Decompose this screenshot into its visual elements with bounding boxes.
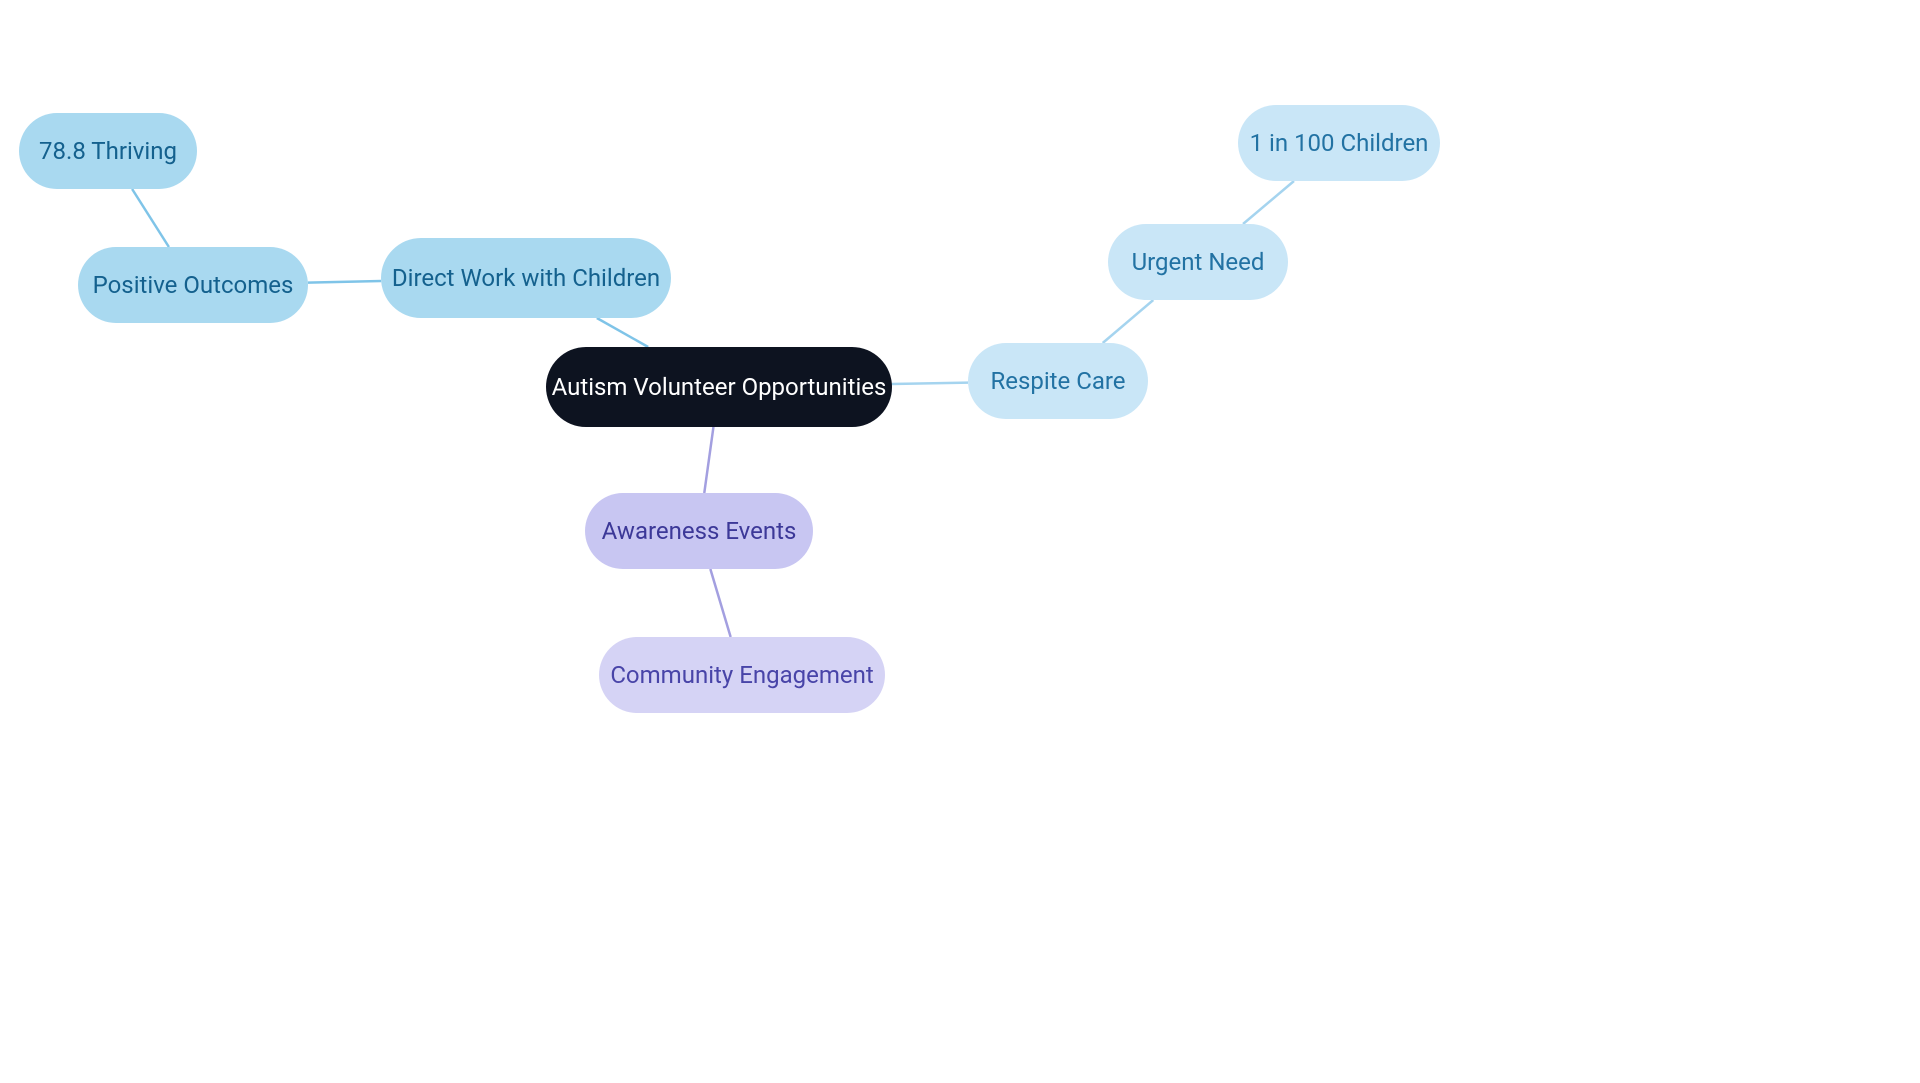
node-thriving[interactable]: 78.8 Thriving [19,113,197,189]
edge [710,569,730,637]
edge [892,383,968,384]
node-respite-care[interactable]: Respite Care [968,343,1148,419]
node-awareness[interactable]: Awareness Events [585,493,813,569]
node-community[interactable]: Community Engagement [599,637,885,713]
edge [132,189,169,247]
edge [308,281,381,283]
node-positive-outcomes[interactable]: Positive Outcomes [78,247,308,323]
edge-layer [0,0,1920,1083]
node-urgent-need[interactable]: Urgent Need [1108,224,1288,300]
node-direct-work[interactable]: Direct Work with Children [381,238,671,318]
edge [597,318,648,347]
diagram-canvas: Autism Volunteer Opportunities Direct Wo… [0,0,1920,1083]
edge [1103,300,1154,343]
edge [1243,181,1294,224]
edge [704,427,713,493]
node-center[interactable]: Autism Volunteer Opportunities [546,347,892,427]
node-children[interactable]: 1 in 100 Children [1238,105,1440,181]
